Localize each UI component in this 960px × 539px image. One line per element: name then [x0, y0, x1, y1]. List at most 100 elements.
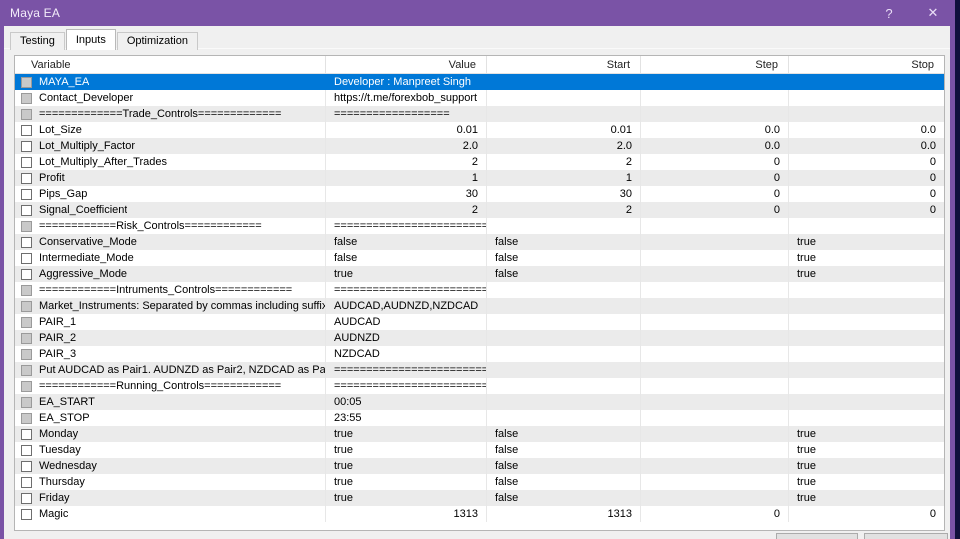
cell-start[interactable] [487, 346, 641, 362]
optimize-checkbox[interactable] [21, 412, 32, 424]
table-row[interactable]: Lot_Multiply_Factor 2.0 2.0 0.0 0.0 [15, 138, 944, 154]
cell-stop[interactable]: true [789, 474, 944, 490]
tab-optimization[interactable]: Optimization [116, 32, 198, 50]
cell-variable[interactable]: Lot_Multiply_Factor [15, 138, 326, 154]
optimize-checkbox[interactable] [21, 236, 32, 248]
column-header-stop[interactable]: Stop [789, 56, 944, 73]
cell-start[interactable] [487, 90, 641, 106]
cell-variable[interactable]: ============Risk_Controls============ [15, 218, 326, 234]
cell-stop[interactable]: 0.0 [789, 122, 944, 138]
cell-stop[interactable] [789, 90, 944, 106]
cell-variable[interactable]: Tuesday [15, 442, 326, 458]
cell-value[interactable]: Developer : Manpreet Singh [326, 74, 487, 90]
cell-start[interactable]: false [487, 442, 641, 458]
cell-start[interactable] [487, 410, 641, 426]
cell-variable[interactable]: Lot_Size [15, 122, 326, 138]
cell-variable[interactable]: ============Running_Controls============ [15, 378, 326, 394]
cell-variable[interactable]: MAYA_EA [15, 74, 326, 90]
cell-value[interactable]: true [326, 458, 487, 474]
cell-start[interactable]: 0.01 [487, 122, 641, 138]
cell-start[interactable]: false [487, 234, 641, 250]
optimize-checkbox[interactable] [21, 268, 32, 280]
cell-start[interactable] [487, 282, 641, 298]
cell-start[interactable] [487, 106, 641, 122]
table-row[interactable]: Aggressive_Mode true false true [15, 266, 944, 282]
cell-step[interactable] [641, 346, 789, 362]
table-row[interactable]: Profit 1 1 0 0 [15, 170, 944, 186]
cell-step[interactable] [641, 234, 789, 250]
table-row[interactable]: EA_STOP 23:55 [15, 410, 944, 426]
cell-variable[interactable]: Market_Instruments: Separated by commas … [15, 298, 326, 314]
cell-variable[interactable]: Conservative_Mode [15, 234, 326, 250]
cell-value[interactable]: false [326, 250, 487, 266]
cell-variable[interactable]: Friday [15, 490, 326, 506]
cell-value[interactable]: NZDCAD [326, 346, 487, 362]
cell-value[interactable]: ================== [326, 106, 487, 122]
cell-value[interactable]: true [326, 490, 487, 506]
optimize-checkbox[interactable] [21, 76, 32, 88]
cell-variable[interactable]: Contact_Developer [15, 90, 326, 106]
cell-value[interactable]: AUDCAD [326, 314, 487, 330]
cell-step[interactable]: 0 [641, 202, 789, 218]
optimize-checkbox[interactable] [21, 396, 32, 408]
cell-value[interactable]: true [326, 474, 487, 490]
partial-button-left[interactable] [776, 533, 858, 539]
cell-variable[interactable]: Pips_Gap [15, 186, 326, 202]
cell-step[interactable]: 0.0 [641, 138, 789, 154]
cell-stop[interactable]: 0 [789, 506, 944, 522]
cell-step[interactable] [641, 74, 789, 90]
cell-value[interactable]: AUDCAD,AUDNZD,NZDCAD [326, 298, 487, 314]
cell-step[interactable] [641, 474, 789, 490]
cell-step[interactable] [641, 410, 789, 426]
cell-variable[interactable]: Monday [15, 426, 326, 442]
cell-step[interactable] [641, 426, 789, 442]
cell-variable[interactable]: PAIR_3 [15, 346, 326, 362]
cell-start[interactable] [487, 298, 641, 314]
cell-value[interactable]: ========================== [326, 378, 487, 394]
cell-variable[interactable]: EA_STOP [15, 410, 326, 426]
optimize-checkbox[interactable] [21, 460, 32, 472]
cell-start[interactable] [487, 394, 641, 410]
optimize-checkbox[interactable] [21, 300, 32, 312]
cell-start[interactable]: false [487, 266, 641, 282]
cell-stop[interactable] [789, 218, 944, 234]
cell-stop[interactable]: true [789, 266, 944, 282]
cell-value[interactable]: 0.01 [326, 122, 487, 138]
optimize-checkbox[interactable] [21, 348, 32, 360]
optimize-checkbox[interactable] [21, 316, 32, 328]
table-row[interactable]: ============Risk_Controls============ ==… [15, 218, 944, 234]
cell-value[interactable]: ========================== [326, 218, 487, 234]
cell-value[interactable]: 1313 [326, 506, 487, 522]
cell-step[interactable] [641, 250, 789, 266]
cell-start[interactable]: 2 [487, 154, 641, 170]
table-row[interactable]: =============Trade_Controls=============… [15, 106, 944, 122]
cell-start[interactable] [487, 362, 641, 378]
cell-step[interactable] [641, 378, 789, 394]
table-row[interactable]: Wednesday true false true [15, 458, 944, 474]
column-header-variable[interactable]: Variable [15, 56, 326, 73]
cell-stop[interactable]: 0.0 [789, 138, 944, 154]
optimize-checkbox[interactable] [21, 284, 32, 296]
cell-stop[interactable] [789, 314, 944, 330]
cell-start[interactable]: 2.0 [487, 138, 641, 154]
cell-start[interactable]: false [487, 426, 641, 442]
cell-stop[interactable]: true [789, 458, 944, 474]
optimize-checkbox[interactable] [21, 252, 32, 264]
cell-variable[interactable]: Profit [15, 170, 326, 186]
table-row[interactable]: PAIR_3 NZDCAD [15, 346, 944, 362]
cell-step[interactable]: 0.0 [641, 122, 789, 138]
optimize-checkbox[interactable] [21, 428, 32, 440]
cell-stop[interactable] [789, 410, 944, 426]
cell-start[interactable] [487, 330, 641, 346]
table-row[interactable]: Thursday true false true [15, 474, 944, 490]
cell-step[interactable] [641, 266, 789, 282]
cell-start[interactable]: 2 [487, 202, 641, 218]
cell-start[interactable]: false [487, 458, 641, 474]
cell-value[interactable]: 2.0 [326, 138, 487, 154]
table-row[interactable]: PAIR_2 AUDNZD [15, 330, 944, 346]
tab-inputs[interactable]: Inputs [65, 29, 116, 50]
table-row[interactable]: Conservative_Mode false false true [15, 234, 944, 250]
optimize-checkbox[interactable] [21, 124, 32, 136]
cell-start[interactable] [487, 378, 641, 394]
cell-variable[interactable]: EA_START [15, 394, 326, 410]
